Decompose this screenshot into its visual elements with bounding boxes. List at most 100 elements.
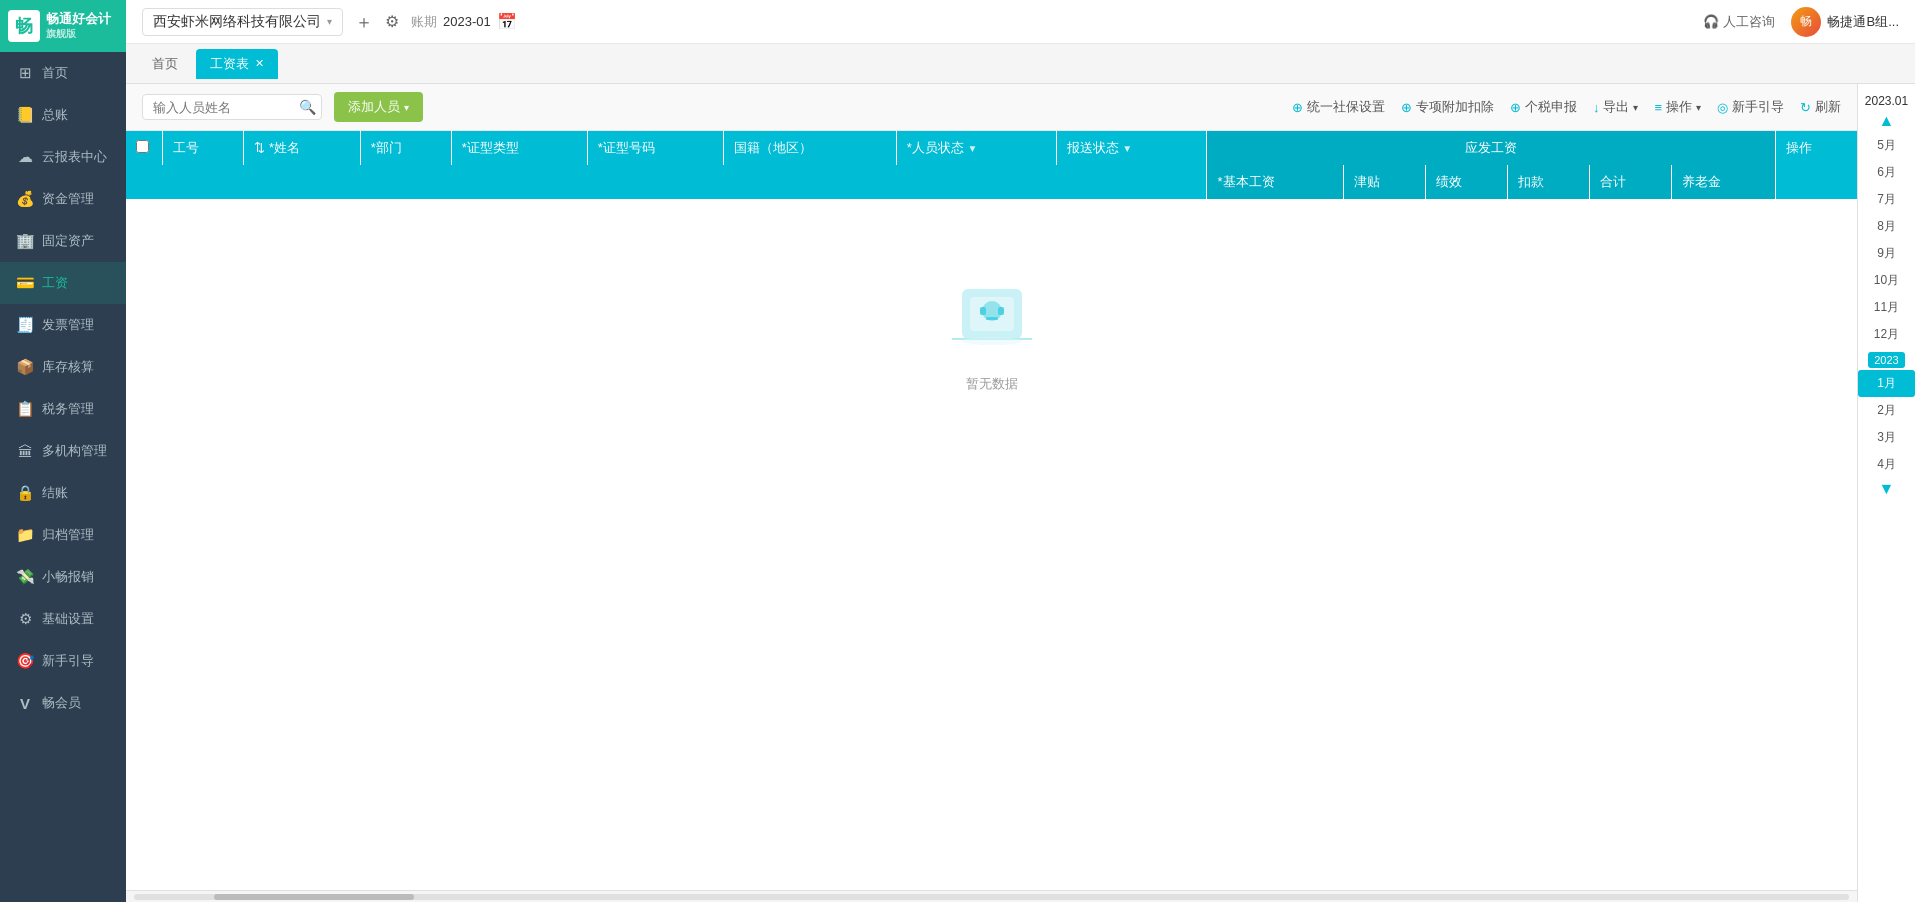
sidebar-item-label: 税务管理 xyxy=(42,400,94,418)
sidebar-item-label: 基础设置 xyxy=(42,610,94,628)
tab-salary-table[interactable]: 工资表 ✕ xyxy=(196,49,278,79)
sidebar-item-close-accounts[interactable]: 🔒 结账 xyxy=(0,472,126,514)
service-button[interactable]: 🎧 人工咨询 xyxy=(1703,13,1775,31)
scroll-up-button[interactable]: ▲ xyxy=(1858,110,1915,132)
col-ops: 操作 xyxy=(1776,131,1857,165)
scroll-down-button[interactable]: ▼ xyxy=(1858,478,1915,500)
month-item-6[interactable]: 6月 xyxy=(1858,159,1915,186)
tax-label: 个税申报 xyxy=(1525,98,1577,116)
guide-label: 新手引导 xyxy=(1732,98,1784,116)
operation-button[interactable]: ≡ 操作 ▾ xyxy=(1654,98,1701,116)
add-person-button[interactable]: 添加人员 ▾ xyxy=(334,92,423,122)
col-department: *部门 xyxy=(360,131,451,165)
sidebar-item-label: 新手引导 xyxy=(42,652,94,670)
toolbar: 🔍 添加人员 ▾ ⊕ 统一社保设置 ⊕ 专项附加扣除 ⊕ xyxy=(126,84,1857,131)
settings-button[interactable]: ⚙ xyxy=(385,12,399,31)
sidebar-item-home[interactable]: ⊞ 首页 xyxy=(0,52,126,94)
cloud-icon: ☁ xyxy=(16,148,34,166)
company-name: 西安虾米网络科技有限公司 xyxy=(153,13,321,31)
new-guide-button[interactable]: ◎ 新手引导 xyxy=(1717,98,1784,116)
month-item-11[interactable]: 11月 xyxy=(1858,294,1915,321)
year-badge: 2023 xyxy=(1868,352,1904,368)
month-item-2[interactable]: 2月 xyxy=(1858,397,1915,424)
sidebar-item-tax[interactable]: 📋 税务管理 xyxy=(0,388,126,430)
sidebar-item-label: 库存核算 xyxy=(42,358,94,376)
user-menu[interactable]: 畅 畅捷通B组... xyxy=(1791,7,1899,37)
month-item-1[interactable]: 1月 xyxy=(1858,370,1915,397)
social-insurance-button[interactable]: ⊕ 统一社保设置 xyxy=(1292,98,1385,116)
horizontal-scrollbar[interactable] xyxy=(126,890,1857,902)
sidebar-item-label: 资金管理 xyxy=(42,190,94,208)
no-data-icon xyxy=(942,279,1042,359)
month-item-12[interactable]: 12月 xyxy=(1858,321,1915,348)
search-input[interactable] xyxy=(153,100,293,115)
ledger-icon: 📒 xyxy=(16,106,34,124)
svg-rect-5 xyxy=(986,317,998,320)
month-item-9[interactable]: 9月 xyxy=(1858,240,1915,267)
special-deduction-button[interactable]: ⊕ 专项附加扣除 xyxy=(1401,98,1494,116)
sidebar-item-fund[interactable]: 💰 资金管理 xyxy=(0,178,126,220)
sidebar-item-label: 归档管理 xyxy=(42,526,94,544)
sidebar-item-multi-org[interactable]: 🏛 多机构管理 xyxy=(0,430,126,472)
calendar-icon[interactable]: 📅 xyxy=(497,12,517,31)
col-id-type: *证型类型 xyxy=(451,131,587,165)
sidebar-item-label: 总账 xyxy=(42,106,68,124)
col-status: *人员状态 ▼ xyxy=(896,131,1056,165)
sidebar-item-label: 工资 xyxy=(42,274,68,292)
sidebar-item-salary[interactable]: 💳 工资 xyxy=(0,262,126,304)
sidebar-item-guide[interactable]: 🎯 新手引导 xyxy=(0,640,126,682)
export-arrow-icon: ▾ xyxy=(1633,102,1638,113)
col-base-salary: *基本工资 xyxy=(1207,165,1343,199)
tab-home[interactable]: 首页 xyxy=(138,49,192,79)
sidebar-item-settings[interactable]: ⚙ 基础设置 xyxy=(0,598,126,640)
service-label: 人工咨询 xyxy=(1723,13,1775,31)
sidebar-item-label: 小畅报销 xyxy=(42,568,94,586)
month-selector-panel: 2023.01 ▲ 5月 6月 7月 8月 9月 10月 11月 xyxy=(1857,84,1915,902)
personal-tax-button[interactable]: ⊕ 个税申报 xyxy=(1510,98,1577,116)
month-item-5[interactable]: 5月 xyxy=(1858,132,1915,159)
month-item-3[interactable]: 3月 xyxy=(1858,424,1915,451)
sidebar-item-archive[interactable]: 📁 归档管理 xyxy=(0,514,126,556)
sidebar-item-assets[interactable]: 🏢 固定资产 xyxy=(0,220,126,262)
month-item-8[interactable]: 8月 xyxy=(1858,213,1915,240)
export-button[interactable]: ↓ 导出 ▾ xyxy=(1593,98,1639,116)
report-filter-icon[interactable]: ▼ xyxy=(1122,143,1132,154)
sidebar-item-ledger[interactable]: 📒 总账 xyxy=(0,94,126,136)
col-allowance: 津贴 xyxy=(1343,165,1425,199)
sidebar-item-inventory[interactable]: 📦 库存核算 xyxy=(0,346,126,388)
tab-close-icon[interactable]: ✕ xyxy=(255,57,264,70)
main-content: 西安虾米网络科技有限公司 ▾ ＋ ⚙ 账期 2023-01 📅 🎧 人工咨询 畅… xyxy=(126,0,1915,902)
month-item-10[interactable]: 10月 xyxy=(1858,267,1915,294)
sidebar-item-invoice[interactable]: 🧾 发票管理 xyxy=(0,304,126,346)
col-number: 工号 xyxy=(162,131,244,165)
col-nationality: 国籍（地区） xyxy=(724,131,897,165)
content-area: 🔍 添加人员 ▾ ⊕ 统一社保设置 ⊕ 专项附加扣除 ⊕ xyxy=(126,84,1857,902)
company-selector[interactable]: 西安虾米网络科技有限公司 ▾ xyxy=(142,8,343,36)
topbar: 西安虾米网络科技有限公司 ▾ ＋ ⚙ 账期 2023-01 📅 🎧 人工咨询 畅… xyxy=(126,0,1915,44)
scrollbar-thumb[interactable] xyxy=(214,894,414,900)
operation-label: 操作 xyxy=(1666,98,1692,116)
refresh-button[interactable]: ↻ 刷新 xyxy=(1800,98,1841,116)
deduction-icon: ⊕ xyxy=(1401,100,1412,115)
search-icon: 🔍 xyxy=(299,99,316,115)
tab-bar: 首页 工资表 ✕ xyxy=(126,44,1915,84)
operation-icon: ≡ xyxy=(1654,100,1662,115)
sidebar-item-vip[interactable]: V 畅会员 xyxy=(0,682,126,724)
sidebar-item-label: 云报表中心 xyxy=(42,148,107,166)
select-all-checkbox[interactable] xyxy=(136,140,149,153)
add-company-button[interactable]: ＋ xyxy=(355,10,373,34)
sidebar-item-expense[interactable]: 💸 小畅报销 xyxy=(0,556,126,598)
month-item-4[interactable]: 4月 xyxy=(1858,451,1915,478)
status-filter-icon[interactable]: ▼ xyxy=(967,143,977,154)
app-name: 畅通好会计 xyxy=(46,11,111,28)
sidebar-item-label: 多机构管理 xyxy=(42,442,107,460)
col-id-number: *证型号码 xyxy=(587,131,723,165)
search-box[interactable]: 🔍 xyxy=(142,94,322,120)
svg-rect-4 xyxy=(998,307,1004,315)
deduction-label: 专项附加扣除 xyxy=(1416,98,1494,116)
close-accounts-icon: 🔒 xyxy=(16,484,34,502)
month-item-7[interactable]: 7月 xyxy=(1858,186,1915,213)
sidebar-item-cloud-report[interactable]: ☁ 云报表中心 xyxy=(0,136,126,178)
assets-icon: 🏢 xyxy=(16,232,34,250)
refresh-icon: ↻ xyxy=(1800,100,1811,115)
